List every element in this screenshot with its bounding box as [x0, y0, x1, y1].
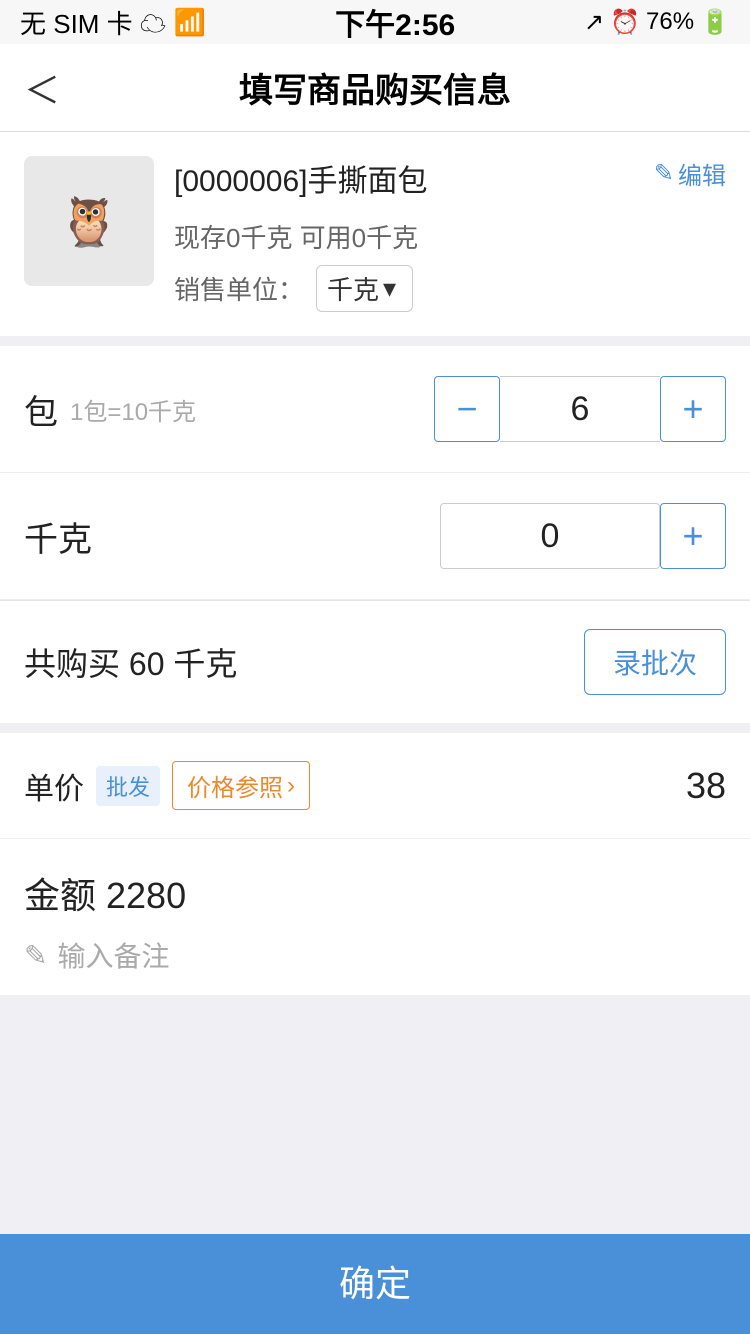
- edit-icon: ✎: [654, 159, 674, 188]
- nav-bar: ＜ 填写商品购买信息: [0, 44, 750, 132]
- battery-icon: 🔋: [700, 8, 730, 37]
- amount-row: 金额 2280: [24, 867, 726, 919]
- kg-row: 千克 +: [0, 473, 750, 600]
- price-ref-label: 价格参照: [187, 768, 283, 803]
- page-title: 填写商品购买信息: [239, 63, 511, 112]
- price-badge: 批发: [96, 766, 160, 806]
- product-logo: 🦉: [59, 193, 119, 250]
- confirm-button[interactable]: 确定: [0, 1234, 750, 1334]
- status-bar: 无 SIM 卡 ☁ 📶 下午2:56 ↗ ⏰ 76% 🔋: [0, 0, 750, 44]
- status-right: ↗ ⏰ 76% 🔋: [584, 8, 730, 37]
- alarm-icon: ⏰: [610, 8, 640, 37]
- price-value: 38: [686, 765, 726, 807]
- product-info: [0000006]手撕面包 ✎ 编辑 现存0千克 可用0千克 销售单位： 千克 …: [174, 156, 726, 312]
- price-ref-arrow: ›: [287, 772, 295, 800]
- pencil-icon: ✎: [24, 939, 47, 972]
- status-left: 无 SIM 卡 ☁ 📶: [20, 4, 206, 41]
- amount-section: 金额 2280 ✎ 输入备注: [0, 839, 750, 995]
- back-button[interactable]: ＜: [24, 62, 60, 114]
- battery-label: 76%: [646, 8, 694, 36]
- product-card: 🦉 [0000006]手撕面包 ✎ 编辑 现存0千克 可用0千克 销售单位： 千…: [0, 132, 750, 346]
- remark-row[interactable]: ✎ 输入备注: [24, 935, 726, 975]
- quantity-section: 包 1包=10千克 − + 千克 +: [0, 346, 750, 601]
- price-label: 单价: [24, 764, 84, 808]
- location-icon: ↗: [584, 8, 604, 37]
- bao-control: − +: [434, 376, 726, 442]
- bao-row: 包 1包=10千克 − +: [0, 346, 750, 473]
- kg-control: +: [440, 503, 726, 569]
- bao-decrement-button[interactable]: −: [434, 376, 500, 442]
- remark-placeholder: 输入备注: [57, 935, 169, 975]
- price-label-row: 单价 批发 价格参照 ›: [24, 761, 310, 810]
- edit-button[interactable]: ✎ 编辑: [654, 156, 726, 191]
- spacer: [0, 995, 750, 1234]
- bao-label: 包: [24, 385, 58, 434]
- price-section: 单价 批发 价格参照 › 38: [0, 733, 750, 839]
- amount-label: 金额 2280: [24, 875, 186, 916]
- unit-value: 千克: [327, 270, 379, 307]
- product-stock: 现存0千克 可用0千克: [174, 218, 726, 255]
- product-unit-row: 销售单位： 千克 ▾: [174, 265, 726, 312]
- kg-input[interactable]: [440, 503, 660, 569]
- product-name: [0000006]手撕面包: [174, 156, 427, 200]
- edit-label: 编辑: [678, 156, 726, 191]
- unit-label: 销售单位：: [174, 270, 304, 307]
- unit-dropdown[interactable]: 千克 ▾: [316, 265, 413, 312]
- record-batch-button[interactable]: 录批次: [584, 629, 726, 695]
- status-time: 下午2:56: [335, 0, 455, 44]
- price-ref-button[interactable]: 价格参照 ›: [172, 761, 310, 810]
- bao-input[interactable]: [500, 376, 660, 442]
- total-label: 共购买 60 千克: [24, 639, 237, 685]
- bao-label-group: 包 1包=10千克: [24, 385, 196, 434]
- wifi-icon: 📶: [174, 7, 206, 38]
- product-image: 🦉: [24, 156, 154, 286]
- kg-increment-button[interactable]: +: [660, 503, 726, 569]
- total-row: 共购买 60 千克 录批次: [0, 601, 750, 733]
- product-header-row: [0000006]手撕面包 ✎ 编辑: [174, 156, 726, 210]
- bao-hint: 1包=10千克: [70, 392, 196, 427]
- bao-increment-button[interactable]: +: [660, 376, 726, 442]
- sim-label: 无 SIM 卡 ☁: [20, 4, 166, 41]
- kg-label: 千克: [24, 512, 92, 561]
- chevron-down-icon: ▾: [383, 273, 396, 304]
